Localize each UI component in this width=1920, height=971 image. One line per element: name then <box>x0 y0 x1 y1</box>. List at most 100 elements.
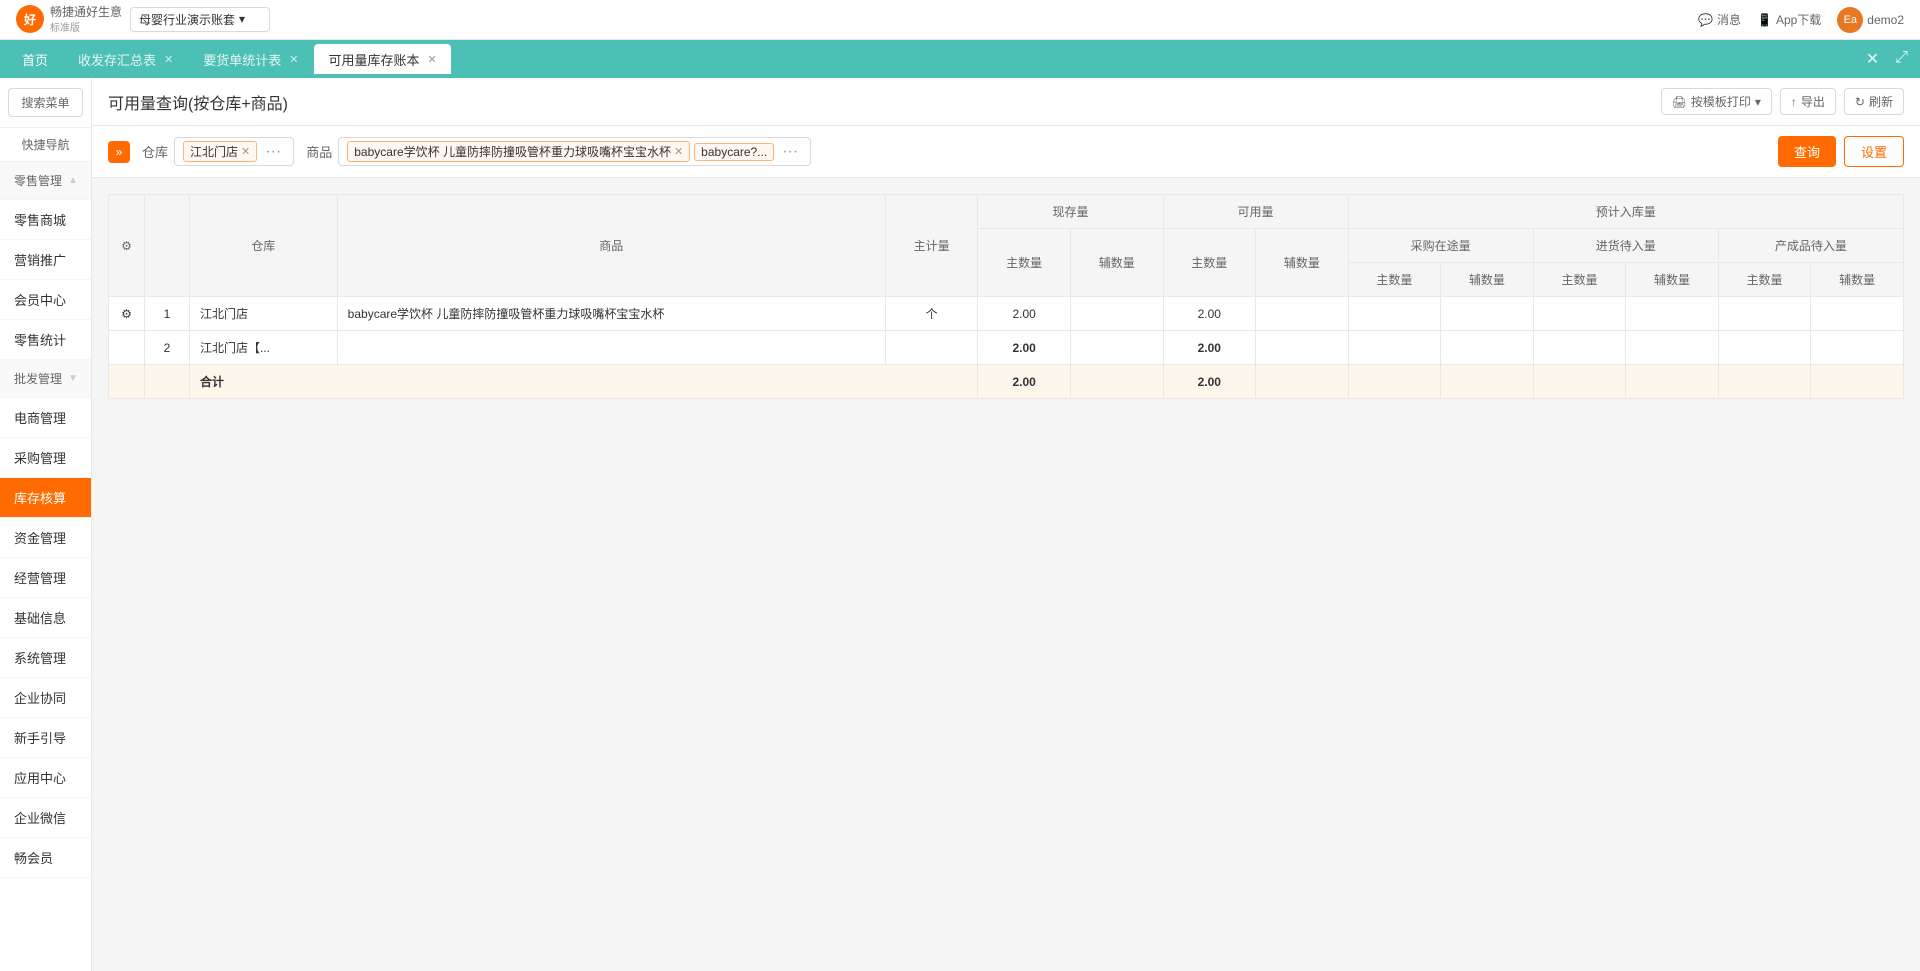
message-label: 消息 <box>1717 11 1741 28</box>
cell-prod-aux <box>1811 297 1904 331</box>
close-icon[interactable]: ✕ <box>428 53 437 66</box>
nav-tabs: 首页 收发存汇总表 ✕ 要货单统计表 ✕ 可用量库存账本 ✕ ✕ ⤢ <box>0 40 1920 78</box>
quick-nav-btn[interactable]: 快捷导航 <box>0 128 91 162</box>
product-tag1-close[interactable]: ✕ <box>674 145 683 158</box>
message-btn[interactable]: 💬 消息 <box>1698 11 1741 28</box>
query-btn[interactable]: 查询 <box>1778 136 1836 167</box>
th-prod-main: 主数量 <box>1718 263 1811 297</box>
sidebar-item-basic-info[interactable]: 基础信息 <box>0 598 91 638</box>
product-tag2-text: babycare?... <box>701 145 767 159</box>
sidebar-label: 采购管理 <box>14 448 66 467</box>
th-goods-incoming: 进货待入量 <box>1533 229 1718 263</box>
export-label: 导出 <box>1801 93 1825 110</box>
sidebar-item-enterprise[interactable]: 企业协同 <box>0 678 91 718</box>
summary-row: 合计 2.00 2.00 <box>109 365 1904 399</box>
close-icon[interactable]: ✕ <box>289 53 298 66</box>
th-unit: 主计量 <box>885 195 978 297</box>
cell-current-main: 2.00 <box>978 331 1071 365</box>
export-btn[interactable]: ↑ 导出 <box>1780 88 1836 115</box>
chevron-down-icon: ▾ <box>1755 95 1761 109</box>
account-selector-label: 母婴行业演示账套 <box>139 11 235 28</box>
summary-current-aux <box>1070 365 1163 399</box>
sidebar-item-wholesale[interactable]: 批发管理 ▼ <box>0 360 91 398</box>
warehouse-input[interactable]: 江北门店 ✕ ··· <box>174 137 294 166</box>
sidebar-label: 资金管理 <box>14 528 66 547</box>
close-tab-icon[interactable]: ✕ <box>1862 45 1883 73</box>
app-download-btn[interactable]: 📱 App下载 <box>1757 11 1821 28</box>
sidebar-item-newbie[interactable]: 新手引导 <box>0 718 91 758</box>
message-icon: 💬 <box>1698 13 1713 27</box>
th-avail-aux: 辅数量 <box>1256 229 1349 297</box>
summary-avail-aux <box>1256 365 1349 399</box>
summary-prod-main <box>1718 365 1811 399</box>
sidebar-item-retail-mgmt[interactable]: 零售管理 ▲ <box>0 162 91 200</box>
close-icon[interactable]: ✕ <box>164 53 173 66</box>
tab-receipt-summary[interactable]: 收发存汇总表 ✕ <box>64 44 187 74</box>
cell-gear[interactable] <box>109 331 145 365</box>
th-row-num <box>145 195 190 297</box>
order-tab-label: 要货单统计表 <box>203 50 281 69</box>
sidebar-item-finance[interactable]: 资金管理 <box>0 518 91 558</box>
sidebar-item-marketing[interactable]: 营销推广 <box>0 240 91 280</box>
th-prod-aux: 辅数量 <box>1811 263 1904 297</box>
page-actions: 🖨 按模板打印 ▾ ↑ 导出 ↻ 刷新 <box>1661 88 1904 115</box>
sidebar-item-app-center[interactable]: 应用中心 <box>0 758 91 798</box>
product-input[interactable]: babycare学饮杯 儿童防摔防撞吸管杯重力球吸嘴杯宝宝水杯 ✕ babyca… <box>338 137 811 166</box>
account-selector[interactable]: 母婴行业演示账套 ▾ <box>130 7 270 32</box>
filter-more2-icon[interactable]: ··· <box>778 143 802 161</box>
sidebar-item-retail-mall[interactable]: 零售商城 <box>0 200 91 240</box>
th-current-stock: 现存量 <box>978 195 1163 229</box>
tab-order-stats[interactable]: 要货单统计表 ✕ <box>189 44 312 74</box>
print-btn[interactable]: 🖨 按模板打印 ▾ <box>1661 88 1772 115</box>
sidebar-item-system[interactable]: 系统管理 <box>0 638 91 678</box>
sidebar-item-member[interactable]: 会员中心 <box>0 280 91 320</box>
print-label: 按模板打印 <box>1691 93 1751 110</box>
th-gear: ⚙ <box>109 195 145 297</box>
expand-icon[interactable]: ⤢ <box>1891 45 1912 73</box>
tab-available-inventory[interactable]: 可用量库存账本 ✕ <box>314 44 450 74</box>
logo-text: 畅捷通好生意 <box>50 5 122 19</box>
sidebar-label: 新手引导 <box>14 728 66 747</box>
cell-goods-aux <box>1626 297 1719 331</box>
page-header: 可用量查询(按仓库+商品) 🖨 按模板打印 ▾ ↑ 导出 ↻ 刷新 <box>92 78 1920 126</box>
th-purchase-route: 采购在途量 <box>1348 229 1533 263</box>
inventory-table: ⚙ 仓库 商品 主计量 现存量 可用量 预计入库量 主数量 辅数量 主数量 <box>108 194 1904 399</box>
sidebar-label: 畅会员 <box>14 848 53 867</box>
summary-avail-main: 2.00 <box>1163 365 1256 399</box>
sidebar-item-purchase[interactable]: 采购管理 <box>0 438 91 478</box>
sidebar-item-changhui[interactable]: 畅会员 <box>0 838 91 878</box>
cell-pur-main <box>1348 331 1441 365</box>
main-layout: 搜索菜单 快捷导航 零售管理 ▲ 零售商城 营销推广 会员中心 零售统计 批发管… <box>0 78 1920 971</box>
th-available: 可用量 <box>1163 195 1348 229</box>
sidebar-item-enterprise-wechat[interactable]: 企业微信 <box>0 798 91 838</box>
sidebar-label: 企业微信 <box>14 808 66 827</box>
filter-expand-btn[interactable]: » <box>108 141 130 163</box>
sidebar-item-inventory[interactable]: 库存核算 <box>0 478 91 518</box>
cell-gear[interactable]: ⚙ <box>109 297 145 331</box>
cell-current-aux <box>1070 331 1163 365</box>
tab-home[interactable]: 首页 <box>8 44 62 74</box>
warehouse-tag-close[interactable]: ✕ <box>241 145 250 158</box>
filter-more-icon[interactable]: ··· <box>261 143 285 161</box>
warehouse-tag: 江北门店 ✕ <box>183 141 257 162</box>
cell-warehouse: 江北门店【... <box>189 331 337 365</box>
summary-prod-aux <box>1811 365 1904 399</box>
sidebar: 搜索菜单 快捷导航 零售管理 ▲ 零售商城 营销推广 会员中心 零售统计 批发管… <box>0 78 92 971</box>
sidebar-label: 电商管理 <box>14 408 66 427</box>
cell-pur-main <box>1348 297 1441 331</box>
settings-btn[interactable]: 设置 <box>1844 136 1904 167</box>
th-product: 商品 <box>337 195 885 297</box>
search-menu-btn[interactable]: 搜索菜单 <box>8 88 83 117</box>
user-info[interactable]: Ea demo2 <box>1837 7 1904 33</box>
sidebar-item-retail-stats[interactable]: 零售统计 <box>0 320 91 360</box>
logo-sub: 标准版 <box>50 19 122 34</box>
sidebar-label: 系统管理 <box>14 648 66 667</box>
refresh-btn[interactable]: ↻ 刷新 <box>1844 88 1904 115</box>
sidebar-item-operations[interactable]: 经营管理 <box>0 558 91 598</box>
row-gear-icon[interactable]: ⚙ <box>121 307 132 321</box>
gear-icon[interactable]: ⚙ <box>121 239 132 253</box>
cell-pur-aux <box>1441 331 1534 365</box>
sidebar-label: 经营管理 <box>14 568 66 587</box>
sidebar-item-ecommerce[interactable]: 电商管理 <box>0 398 91 438</box>
receipt-tab-label: 收发存汇总表 <box>78 50 156 69</box>
